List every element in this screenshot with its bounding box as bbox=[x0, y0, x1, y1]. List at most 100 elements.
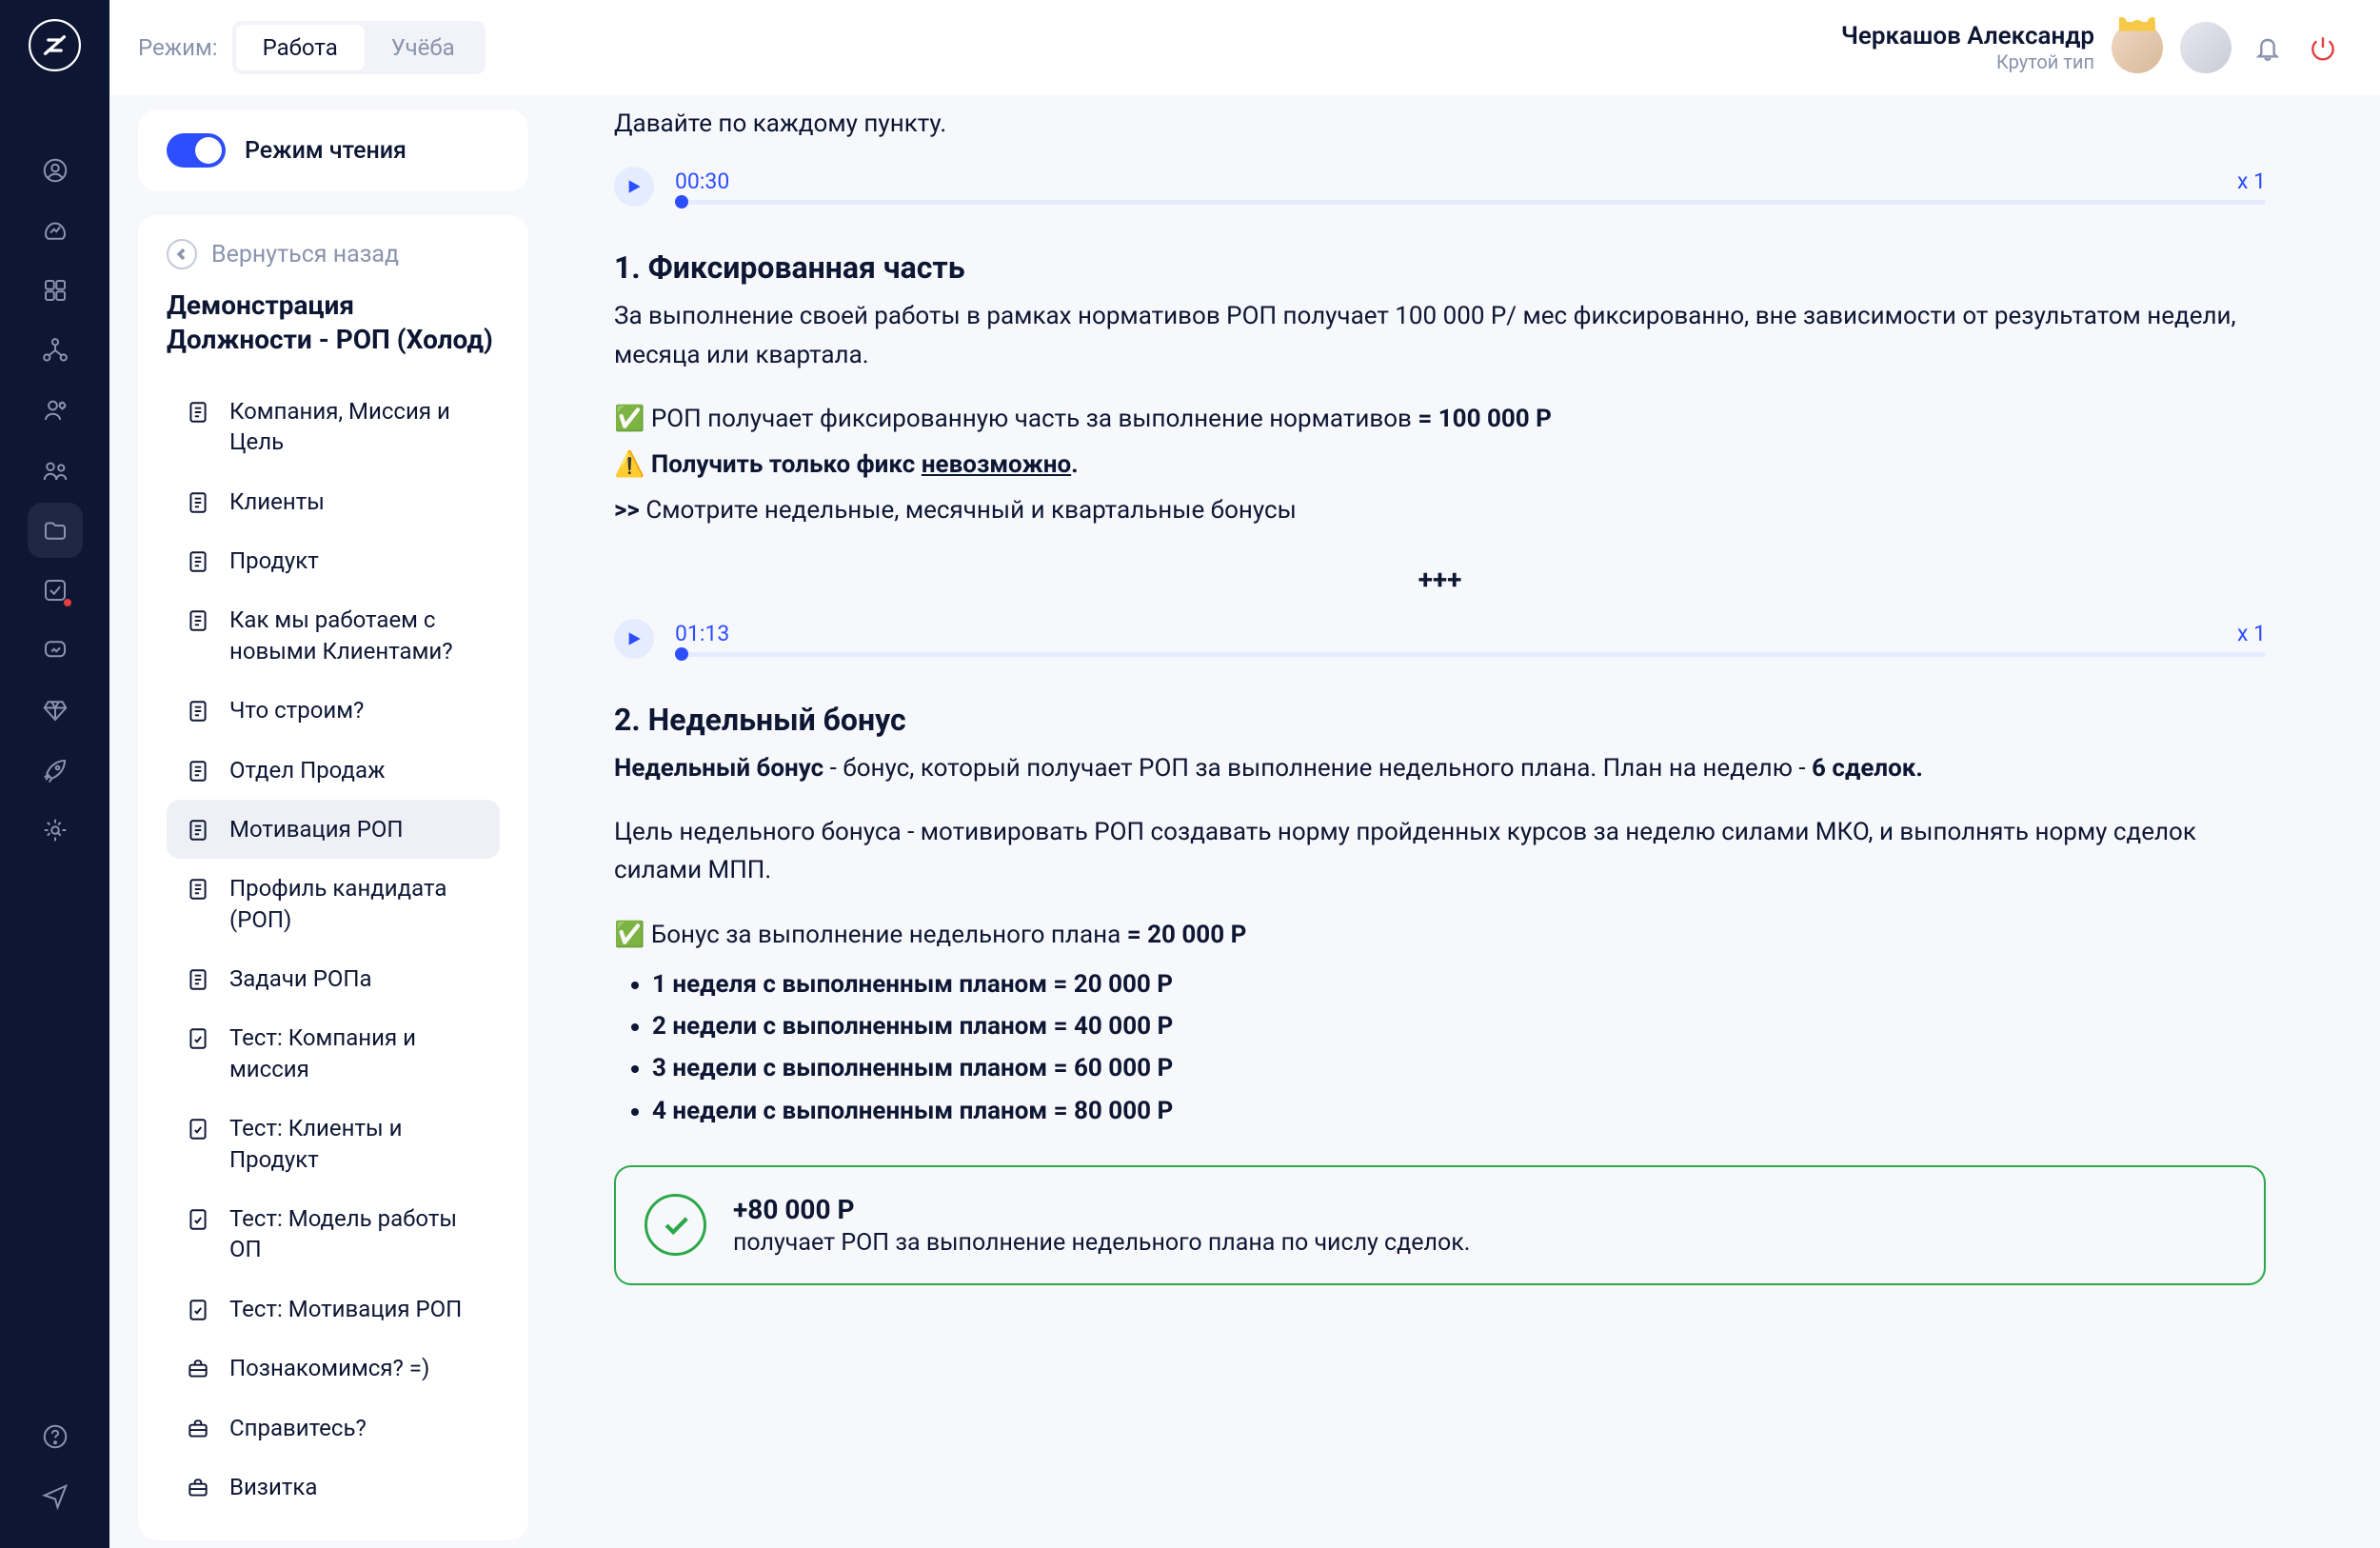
lesson-type-icon bbox=[184, 1296, 212, 1324]
power-icon[interactable] bbox=[2304, 29, 2342, 67]
audio-track[interactable] bbox=[675, 200, 2266, 205]
lesson-label: Отдел Продаж bbox=[229, 755, 385, 785]
lesson-list: Компания, Миссия и Цель Клиенты Продукт Как… bbox=[167, 382, 500, 1518]
lesson-type-icon bbox=[184, 697, 212, 725]
nav-rocket[interactable] bbox=[28, 743, 83, 798]
lesson-label: Тест: Мотивация РОП bbox=[229, 1294, 462, 1324]
lesson-item[interactable]: Отдел Продаж bbox=[167, 741, 500, 800]
lesson-label: Тест: Клиенты и Продукт bbox=[229, 1113, 483, 1175]
lesson-item[interactable]: Задачи РОПа bbox=[167, 949, 500, 1008]
lesson-item[interactable]: Компания, Миссия и Цель bbox=[167, 382, 500, 472]
course-title: Демонстрация Должности - РОП (Холод) bbox=[167, 288, 500, 358]
check-circle-icon bbox=[645, 1194, 706, 1256]
lesson-label: Как мы работаем с новыми Клиентами? bbox=[229, 605, 483, 666]
nav-diamond[interactable] bbox=[28, 683, 83, 738]
user-avatar-primary[interactable] bbox=[2112, 22, 2163, 73]
nav-user-settings[interactable] bbox=[28, 383, 83, 438]
nav-folders[interactable] bbox=[28, 503, 83, 558]
reading-mode-toggle[interactable] bbox=[167, 133, 226, 168]
lesson-item[interactable]: Как мы работаем с новыми Клиентами? bbox=[167, 590, 500, 681]
mode-work[interactable]: Работа bbox=[236, 25, 365, 70]
lesson-sidebar: Режим чтения Вернуться назад Демонстраци… bbox=[109, 95, 557, 1548]
lesson-item[interactable]: Профиль кандидата (РОП) bbox=[167, 859, 500, 949]
lesson-label: Компания, Миссия и Цель bbox=[229, 396, 483, 458]
lesson-item[interactable]: Клиенты bbox=[167, 472, 500, 531]
lesson-item[interactable]: Мотивация РОП bbox=[167, 800, 500, 859]
lesson-label: Тест: Модель работы ОП bbox=[229, 1203, 483, 1265]
section-1-title: 1. Фиксированная часть bbox=[614, 249, 2266, 286]
lesson-type-icon bbox=[184, 1205, 212, 1234]
lesson-item[interactable]: Что строим? bbox=[167, 681, 500, 740]
user-subtitle: Крутой тип bbox=[1841, 50, 2094, 73]
user-block: Черкашов Александр Крутой тип bbox=[1841, 22, 2342, 73]
lesson-label: Тест: Компания и миссия bbox=[229, 1022, 483, 1084]
lesson-label: Задачи РОПа bbox=[229, 963, 372, 994]
user-avatar-secondary[interactable] bbox=[2180, 22, 2231, 73]
lesson-type-icon bbox=[184, 816, 212, 844]
side-rail bbox=[0, 0, 109, 1548]
section-2-bonus: ✅ Бонус за выполнение недельного плана =… bbox=[614, 916, 2266, 954]
lesson-type-icon bbox=[184, 1474, 212, 1502]
bullet-item: 2 недели с выполненным планом = 40 000 Р bbox=[652, 1005, 2266, 1047]
nav-profile[interactable] bbox=[28, 143, 83, 198]
intro-text: Давайте по каждому пункту. bbox=[614, 105, 2266, 143]
lesson-content: Давайте по каждому пункту. 00:30 x 1 1. … bbox=[557, 95, 2380, 1548]
reading-mode-label: Режим чтения bbox=[245, 137, 407, 165]
lesson-type-icon bbox=[184, 1115, 212, 1143]
bell-icon[interactable] bbox=[2249, 29, 2287, 67]
bullet-item: 4 недели с выполненным планом = 80 000 Р bbox=[652, 1090, 2266, 1132]
section-2-p2: Цель недельного бонуса - мотивировать РО… bbox=[614, 813, 2266, 890]
chevron-left-icon bbox=[167, 239, 197, 269]
play-button[interactable] bbox=[614, 167, 654, 207]
callout-sub: получает РОП за выполнение недельного пл… bbox=[733, 1229, 1470, 1257]
lesson-item[interactable]: Тест: Модель работы ОП bbox=[167, 1189, 500, 1280]
lesson-item[interactable]: Визитка bbox=[167, 1458, 500, 1517]
nav-settings[interactable] bbox=[28, 803, 83, 858]
mode-segment: Работа Учёба bbox=[232, 21, 486, 74]
lesson-type-icon bbox=[184, 1024, 212, 1053]
nav-structure[interactable] bbox=[28, 323, 83, 378]
mode-study[interactable]: Учёба bbox=[365, 25, 482, 70]
bullet-item: 3 недели с выполненным планом = 60 000 Р bbox=[652, 1047, 2266, 1089]
audio-speed[interactable]: x 1 bbox=[2237, 621, 2266, 646]
back-button[interactable]: Вернуться назад bbox=[167, 239, 500, 269]
nav-help[interactable] bbox=[28, 1409, 83, 1464]
nav-team[interactable] bbox=[28, 443, 83, 498]
lesson-item[interactable]: Тест: Клиенты и Продукт bbox=[167, 1099, 500, 1189]
lesson-type-icon bbox=[184, 606, 212, 635]
lesson-type-icon bbox=[184, 965, 212, 994]
callout-box: +80 000 Р получает РОП за выполнение нед… bbox=[614, 1165, 2266, 1285]
bullet-item: 1 неделя с выполненным планом = 20 000 Р bbox=[652, 963, 2266, 1005]
section-1-fixed: ✅ РОП получает фиксированную часть за вы… bbox=[614, 400, 2266, 438]
bonus-bullets: 1 неделя с выполненным планом = 20 000 Р… bbox=[652, 963, 2266, 1132]
nav-apps[interactable] bbox=[28, 263, 83, 318]
audio-player-2: 01:13 x 1 bbox=[614, 619, 2266, 659]
lesson-item[interactable]: Тест: Компания и миссия bbox=[167, 1008, 500, 1099]
lesson-type-icon bbox=[184, 875, 212, 903]
audio-track[interactable] bbox=[675, 652, 2266, 657]
app-logo bbox=[19, 10, 90, 81]
lesson-type-icon bbox=[184, 1355, 212, 1383]
lesson-label: Визитка bbox=[229, 1472, 317, 1502]
lesson-type-icon bbox=[184, 398, 212, 427]
section-2-p1: Недельный бонус - бонус, который получае… bbox=[614, 749, 2266, 787]
nav-send[interactable] bbox=[28, 1469, 83, 1524]
play-button[interactable] bbox=[614, 619, 654, 659]
audio-time: 01:13 bbox=[675, 621, 742, 646]
user-name: Черкашов Александр bbox=[1841, 22, 2094, 50]
lesson-item[interactable]: Тест: Мотивация РОП bbox=[167, 1280, 500, 1339]
mode-label: Режим: bbox=[138, 34, 218, 61]
nav-dashboard[interactable] bbox=[28, 203, 83, 258]
lesson-item[interactable]: Познакомимся? =) bbox=[167, 1339, 500, 1398]
lesson-label: Справитесь? bbox=[229, 1413, 367, 1443]
lesson-label: Профиль кандидата (РОП) bbox=[229, 873, 483, 935]
lesson-item[interactable]: Справитесь? bbox=[167, 1399, 500, 1458]
audio-speed[interactable]: x 1 bbox=[2237, 169, 2266, 194]
audio-player-1: 00:30 x 1 bbox=[614, 167, 2266, 207]
lesson-item[interactable]: Продукт bbox=[167, 531, 500, 590]
lesson-label: Клиенты bbox=[229, 486, 325, 517]
nav-tasks[interactable] bbox=[28, 563, 83, 618]
section-1-p1: За выполнение своей работы в рамках норм… bbox=[614, 297, 2266, 374]
nav-chat[interactable] bbox=[28, 623, 83, 678]
lesson-type-icon bbox=[184, 547, 212, 576]
